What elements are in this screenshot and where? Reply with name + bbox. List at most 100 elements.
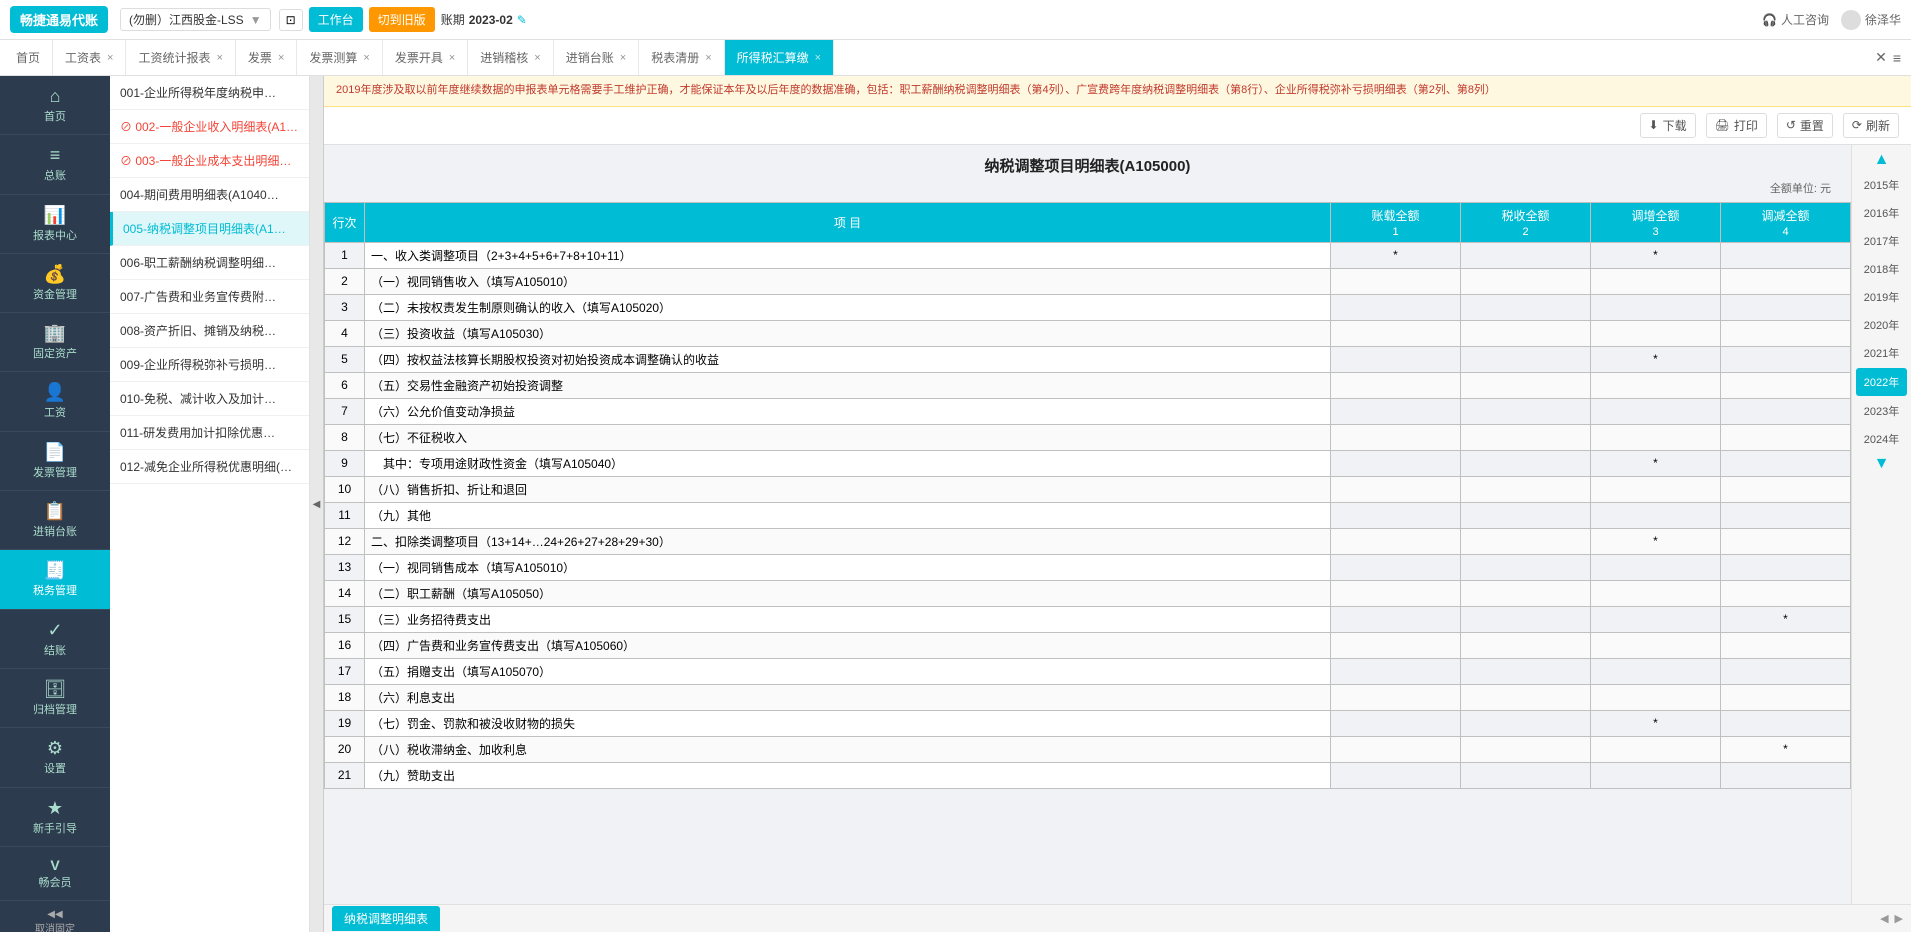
tab-close-payroll-report[interactable]: × [216,52,222,64]
tab-invoice[interactable]: 发票 × [236,40,297,75]
cell-d[interactable] [1461,242,1591,268]
cell-label[interactable]: 一、收入类调整项目（2+3+4+5+6+7+8+10+11） [365,242,1331,268]
cell-label[interactable]: （三）投资收益（填写A105030） [365,320,1331,346]
sidebar-item-home[interactable]: ⌂ 首页 [0,76,110,135]
cell-e[interactable] [1591,632,1721,658]
bottom-tab-item[interactable]: 纳税调整明细表 [332,906,440,931]
sidebar-item-tax[interactable]: 🧾 税务管理 [0,550,110,609]
cell-c[interactable] [1331,554,1461,580]
cell-c[interactable] [1331,632,1461,658]
cell-c[interactable]: * [1331,242,1461,268]
cell-f[interactable] [1721,450,1851,476]
cell-f[interactable] [1721,762,1851,788]
cell-label[interactable]: （二）未按权责发生制原则确认的收入（填写A105020） [365,294,1331,320]
collapse-subsidebar-btn[interactable]: ◀ [310,76,324,932]
cell-c[interactable] [1331,502,1461,528]
cell-f[interactable] [1721,502,1851,528]
tab-purchase-check[interactable]: 进销稽核 × [468,40,553,75]
tab-tax-list[interactable]: 税表清册 × [639,40,724,75]
cell-d[interactable] [1461,398,1591,424]
scroll-right-icon[interactable]: ▶ [1895,912,1903,925]
tab-close-tax-list[interactable]: × [705,52,711,64]
cell-label[interactable]: （七）不征税收入 [365,424,1331,450]
sidebar-item-settings[interactable]: ⚙ 设置 [0,728,110,787]
service-btn[interactable]: 🎧 人工咨询 [1762,11,1829,28]
cell-f[interactable] [1721,268,1851,294]
subsidebar-007[interactable]: 007-广告费和业务宣传费附… [110,280,309,314]
cell-e[interactable] [1591,684,1721,710]
tab-close-invoice-calc[interactable]: × [363,52,369,64]
cell-f[interactable] [1721,710,1851,736]
cell-f[interactable] [1721,346,1851,372]
scroll-left-icon[interactable]: ◀ [1880,912,1888,925]
tab-purchase-ledger[interactable]: 进销台账 × [554,40,639,75]
subsidebar-009[interactable]: 009-企业所得税弥补亏损明… [110,348,309,382]
subsidebar-008[interactable]: 008-资产折旧、摊销及纳税… [110,314,309,348]
cell-e[interactable] [1591,476,1721,502]
cell-label[interactable]: （六）公允价值变动净损益 [365,398,1331,424]
cell-e[interactable]: * [1591,242,1721,268]
cell-f[interactable] [1721,320,1851,346]
cell-d[interactable] [1461,528,1591,554]
cell-d[interactable] [1461,476,1591,502]
cell-label[interactable]: （八）销售折扣、折让和退回 [365,476,1331,502]
cell-c[interactable] [1331,684,1461,710]
cell-c[interactable] [1331,294,1461,320]
cell-label[interactable]: （八）税收滞纳金、加收利息 [365,736,1331,762]
sidebar-item-guide[interactable]: ★ 新手引导 [0,788,110,847]
cell-c[interactable] [1331,476,1461,502]
sidebar-item-report[interactable]: 📊 报表中心 [0,195,110,254]
cell-f[interactable] [1721,372,1851,398]
cell-e[interactable]: * [1591,346,1721,372]
cell-e[interactable]: * [1591,450,1721,476]
sidebar-item-payroll[interactable]: 👤 工资 [0,372,110,431]
tab-payroll-report[interactable]: 工资统计报表 × [126,40,235,75]
subsidebar-006[interactable]: 006-职工薪酬纳税调整明细… [110,246,309,280]
cell-label[interactable]: 其中：专项用途财政性资金（填写A105040） [365,450,1331,476]
cell-d[interactable] [1461,502,1591,528]
sidebar-item-fixed-asset[interactable]: 🏢 固定资产 [0,313,110,372]
tab-payroll[interactable]: 工资表 × [53,40,126,75]
cell-e[interactable] [1591,398,1721,424]
refresh-btn[interactable]: ⟳ 刷新 [1843,113,1899,138]
cell-c[interactable] [1331,450,1461,476]
cell-f[interactable] [1721,528,1851,554]
cell-e[interactable] [1591,320,1721,346]
cell-label[interactable]: （三）业务招待费支出 [365,606,1331,632]
year-2019[interactable]: 2019年 [1852,283,1911,311]
cell-d[interactable] [1461,450,1591,476]
year-down-btn[interactable]: ▼ [1872,453,1892,475]
cell-c[interactable] [1331,346,1461,372]
cell-c[interactable] [1331,268,1461,294]
tab-close-invoice-issue[interactable]: × [449,52,455,64]
cell-label[interactable]: （一）视同销售收入（填写A105010） [365,268,1331,294]
cell-d[interactable] [1461,580,1591,606]
tab-close-purchase-check[interactable]: × [534,52,540,64]
year-2020[interactable]: 2020年 [1852,311,1911,339]
cell-d[interactable] [1461,632,1591,658]
cell-e[interactable] [1591,658,1721,684]
sidebar-item-invoice-mgmt[interactable]: 📄 发票管理 [0,432,110,491]
cell-d[interactable] [1461,606,1591,632]
cell-label[interactable]: （七）罚金、罚款和被没收财物的损失 [365,710,1331,736]
cell-f[interactable] [1721,294,1851,320]
year-2024[interactable]: 2024年 [1852,425,1911,453]
tab-close-invoice[interactable]: × [278,52,284,64]
cell-e[interactable]: * [1591,710,1721,736]
cell-e[interactable] [1591,372,1721,398]
year-2018[interactable]: 2018年 [1852,255,1911,283]
cell-f[interactable]: * [1721,606,1851,632]
cell-f[interactable]: * [1721,736,1851,762]
cell-e[interactable]: * [1591,528,1721,554]
subsidebar-001[interactable]: 001-企业所得税年度纳税申… [110,76,309,110]
tab-close-income-tax[interactable]: × [815,52,821,64]
company-selector[interactable]: (勿删）江西股金-LSS ▼ [120,8,271,31]
cell-d[interactable] [1461,320,1591,346]
cell-e[interactable] [1591,736,1721,762]
cell-f[interactable] [1721,424,1851,450]
cell-f[interactable] [1721,632,1851,658]
cell-d[interactable] [1461,762,1591,788]
subsidebar-003[interactable]: ⊘ 003-一般企业成本支出明细… [110,144,309,178]
print-btn[interactable]: 🖨 打印 [1706,113,1767,138]
year-2016[interactable]: 2016年 [1852,199,1911,227]
